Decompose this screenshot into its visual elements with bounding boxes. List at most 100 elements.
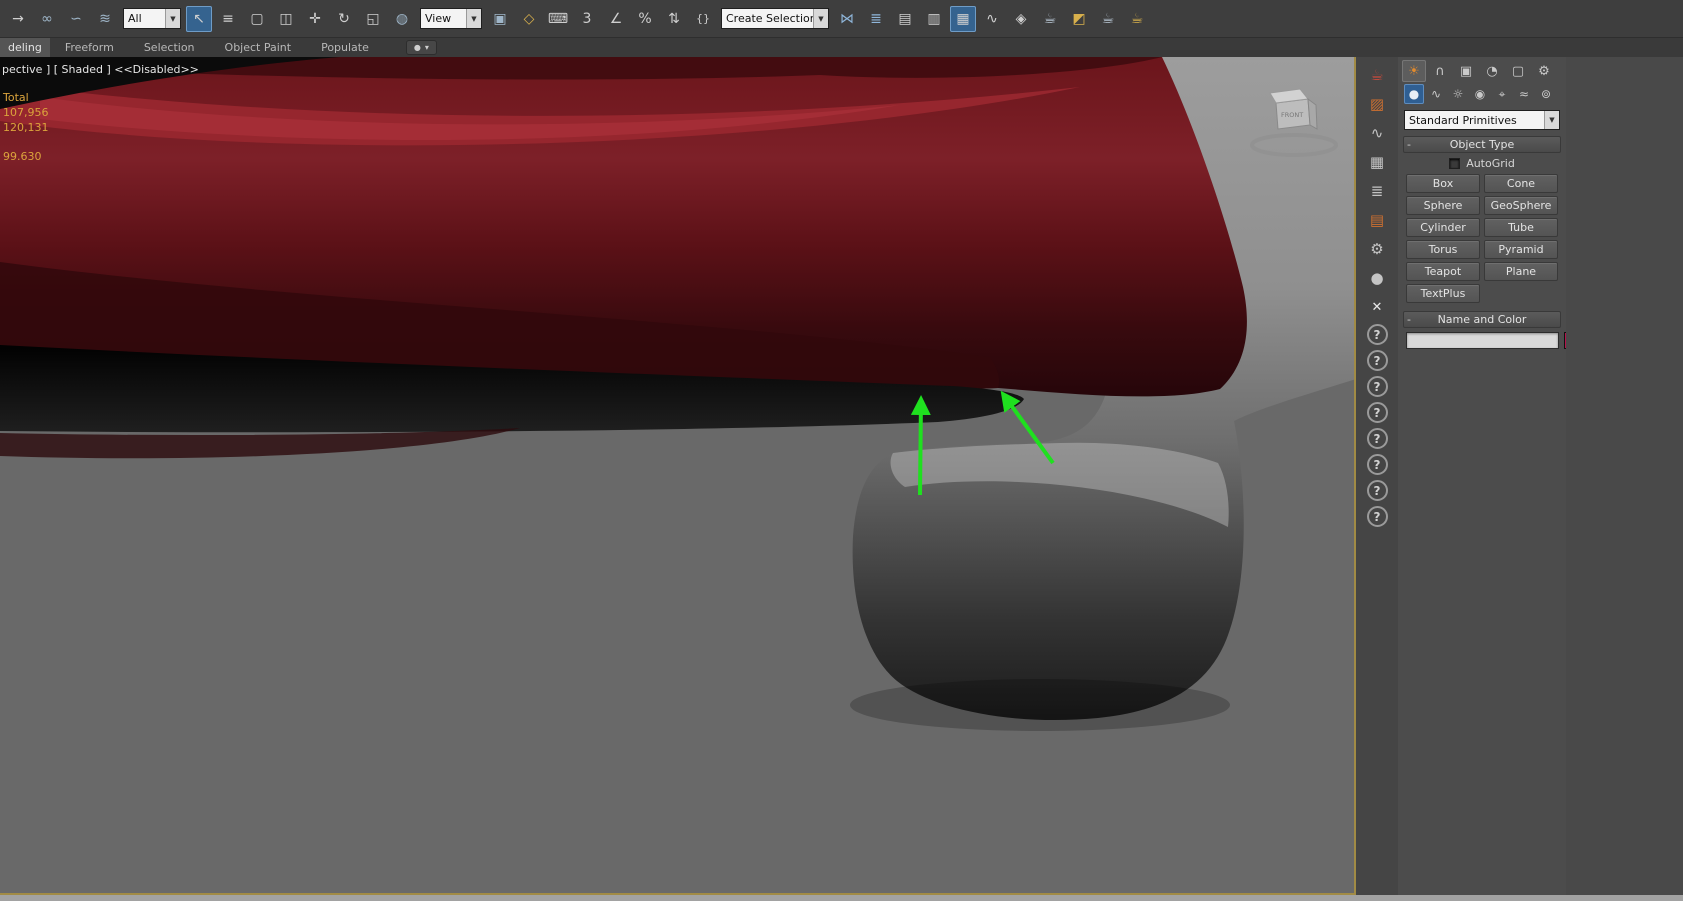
bind-to-space-warp-icon[interactable]: ≋ <box>92 6 118 32</box>
spacewarps-category[interactable]: ≈ <box>1514 84 1534 104</box>
question-icon[interactable]: ? <box>1366 454 1388 475</box>
keyboard-shortcut-override-icon[interactable]: ⌨ <box>545 6 571 32</box>
car-body-object[interactable] <box>0 57 1247 397</box>
rectangular-selection-region-icon[interactable]: ▢ <box>244 6 270 32</box>
plane-button[interactable]: Plane <box>1484 262 1558 281</box>
primitives-dropdown[interactable]: Standard Primitives ▼ <box>1404 110 1560 130</box>
lights-icon: ☼ <box>1452 87 1464 101</box>
selection-filter-dropdown[interactable]: All ▼ <box>123 8 181 29</box>
cylinder-button[interactable]: Cylinder <box>1406 218 1480 237</box>
cone-button[interactable]: Cone <box>1484 174 1558 193</box>
question-icon[interactable]: ? <box>1366 402 1388 423</box>
select-object-icon[interactable]: ↖ <box>186 5 212 32</box>
question-icon[interactable]: ? <box>1366 506 1388 527</box>
render-production-icon[interactable]: ☕ <box>1095 6 1121 32</box>
select-and-rotate-icon[interactable]: ↻ <box>331 6 357 32</box>
angle-snap-icon[interactable]: ∠ <box>603 6 629 32</box>
edit-named-selection-sets-icon[interactable]: {} <box>690 6 716 32</box>
select-by-name-icon[interactable]: ≡ <box>215 6 241 32</box>
utilities-tab-icon: ⚙ <box>1538 63 1550 79</box>
ribbon-toggle-icon[interactable]: ▦ <box>950 5 976 32</box>
gear-icon[interactable]: ⚙ <box>1364 237 1390 261</box>
geosphere-button[interactable]: GeoSphere <box>1484 196 1558 215</box>
sphere-button[interactable]: Sphere <box>1406 196 1480 215</box>
brick-wall-icon[interactable]: ▤ <box>1364 208 1390 232</box>
layer-stack-icon[interactable]: ≣ <box>1364 179 1390 203</box>
object-name-input[interactable] <box>1406 332 1559 349</box>
question-icon[interactable]: ? <box>1366 480 1388 501</box>
curve-editor-icon[interactable]: ∿ <box>979 6 1005 32</box>
select-and-place-icon[interactable]: ◍ <box>389 6 415 32</box>
create-tab-icon: ☀ <box>1408 63 1420 79</box>
material-box-icon[interactable]: ▨ <box>1364 92 1390 116</box>
viewport-scene[interactable]: FRONT <box>0 57 1356 895</box>
window-crossing-toggle-icon[interactable]: ◫ <box>273 6 299 32</box>
close-icon[interactable]: ✕ <box>1364 295 1390 319</box>
chevron-down-icon: ▼ <box>466 9 481 28</box>
scene-explorer-icon[interactable]: ▤ <box>892 6 918 32</box>
select-and-scale-icon[interactable]: ◱ <box>360 6 386 32</box>
modify-tab[interactable]: ∩ <box>1428 60 1452 82</box>
hierarchy-tab[interactable]: ▣ <box>1454 60 1478 82</box>
ribbon-tab-selection[interactable]: Selection <box>129 38 210 57</box>
named-selection-sets-dropdown[interactable]: Create Selection Se ▼ <box>721 8 829 29</box>
snap-toggle-3d-icon[interactable]: 3 <box>574 6 600 32</box>
use-pivot-point-center-icon[interactable]: ▣ <box>487 6 513 32</box>
cameras-category[interactable]: ◉ <box>1470 84 1490 104</box>
perspective-viewport[interactable]: FRONT pective ] [ Shaded ] <<Disabled>> … <box>0 57 1356 895</box>
name-color-rollout: - Name and Color <box>1403 311 1581 351</box>
select-and-manipulate-icon[interactable]: ◇ <box>516 6 542 32</box>
layer-explorer-icon[interactable]: ▥ <box>921 6 947 32</box>
name-color-rollout-header[interactable]: - Name and Color <box>1403 311 1561 328</box>
ribbon-tab-freeform[interactable]: Freeform <box>50 38 129 57</box>
torus-button[interactable]: Torus <box>1406 240 1480 259</box>
ribbon-config-button[interactable]: ● ▾ <box>405 40 437 55</box>
pyramid-button[interactable]: Pyramid <box>1484 240 1558 259</box>
display-tab[interactable]: ▢ <box>1506 60 1530 82</box>
cameras-icon: ◉ <box>1474 87 1486 101</box>
question-icon[interactable]: ? <box>1366 428 1388 449</box>
create-tab[interactable]: ☀ <box>1402 60 1426 82</box>
spinner-snap-icon[interactable]: ⇅ <box>661 6 687 32</box>
primitive-buttons: Box Cone Sphere GeoSphere Cylinder Tube … <box>1404 174 1560 303</box>
render-shortcut-icon[interactable]: ☕ <box>1124 6 1150 32</box>
motion-tab[interactable]: ◔ <box>1480 60 1504 82</box>
ribbon-tab-modeling[interactable]: deling <box>0 38 50 57</box>
checker-map-icon[interactable]: ▦ <box>1364 150 1390 174</box>
systems-category[interactable]: ⊚ <box>1536 84 1556 104</box>
lights-category[interactable]: ☼ <box>1448 84 1468 104</box>
question-icon[interactable]: ? <box>1366 324 1388 345</box>
render-teapot-icon[interactable]: ☕ <box>1364 63 1390 87</box>
textplus-button[interactable]: TextPlus <box>1406 284 1480 303</box>
align-icon[interactable]: ≣ <box>863 6 889 32</box>
curve-graph-icon[interactable]: ∿ <box>1364 121 1390 145</box>
shapes-category[interactable]: ∿ <box>1426 84 1446 104</box>
autogrid-label: AutoGrid <box>1466 157 1515 170</box>
viewport-label[interactable]: pective ] [ Shaded ] <<Disabled>> <box>2 63 199 76</box>
select-and-link-icon[interactable]: ∞ <box>34 6 60 32</box>
render-setup-icon[interactable]: ☕ <box>1037 6 1063 32</box>
teapot-button[interactable]: Teapot <box>1406 262 1480 281</box>
ribbon-tab-populate[interactable]: Populate <box>306 38 384 57</box>
stats-fps-value: 99.630 <box>3 150 42 163</box>
tube-button[interactable]: Tube <box>1484 218 1558 237</box>
reference-coordinate-dropdown[interactable]: View ▼ <box>420 8 482 29</box>
ribbon-tab-object-paint[interactable]: Object Paint <box>210 38 307 57</box>
object-type-rollout-header[interactable]: - Object Type <box>1403 136 1561 153</box>
unlink-selection-icon[interactable]: ∽ <box>63 6 89 32</box>
rollout-title: Name and Color <box>1437 313 1527 326</box>
select-and-move-icon[interactable]: ✛ <box>302 6 328 32</box>
box-button[interactable]: Box <box>1406 174 1480 193</box>
utilities-tab[interactable]: ⚙ <box>1532 60 1556 82</box>
helpers-category[interactable]: ⌖ <box>1492 84 1512 104</box>
percent-snap-icon[interactable]: % <box>632 6 658 32</box>
geometry-category[interactable]: ● <box>1404 84 1424 104</box>
question-icon[interactable]: ? <box>1366 350 1388 371</box>
autogrid-checkbox[interactable] <box>1449 158 1461 169</box>
schematic-view-icon[interactable]: ◈ <box>1008 6 1034 32</box>
sphere-icon[interactable]: ● <box>1364 266 1390 290</box>
mirror-icon[interactable]: ⋈ <box>834 6 860 32</box>
redo-arrow-icon[interactable]: → <box>5 6 31 32</box>
rendered-frame-window-icon[interactable]: ◩ <box>1066 6 1092 32</box>
question-icon[interactable]: ? <box>1366 376 1388 397</box>
